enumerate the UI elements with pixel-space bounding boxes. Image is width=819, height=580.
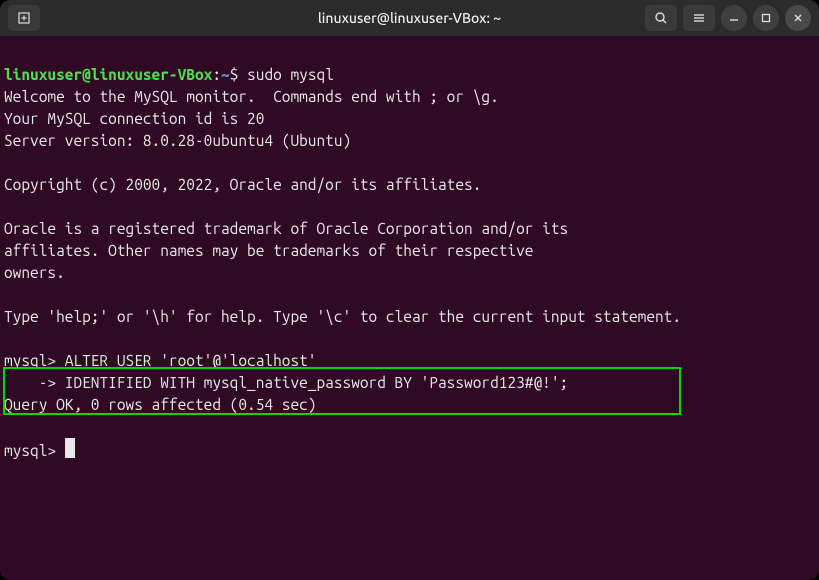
prompt-colon: : [212,66,221,83]
output-line: Oracle is a registered trademark of Orac… [4,220,568,237]
close-button[interactable] [785,5,811,31]
minimize-button[interactable] [721,5,747,31]
minimize-icon [729,13,739,23]
search-icon [654,11,668,25]
new-tab-icon [17,11,31,25]
output-line: owners. [4,264,65,281]
mysql-prompt: mysql> [4,442,65,459]
prompt-path: ~ [221,66,230,83]
window-title: linuxuser@linuxuser-VBox: ~ [318,10,501,26]
prompt-user: linuxuser@linuxuser-VBox [4,66,212,83]
terminal-content[interactable]: linuxuser@linuxuser-VBox:~$ sudo mysql W… [0,36,819,580]
query-result: Query OK, 0 rows affected (0.54 sec) [4,396,316,413]
sql-line-2: -> IDENTIFIED WITH mysql_native_password… [4,374,568,391]
command-text: sudo mysql [247,66,334,83]
search-button[interactable] [645,5,677,31]
terminal-window: linuxuser@linuxuser-VBox: ~ linuxuser@li… [0,0,819,580]
maximize-icon [761,13,771,23]
maximize-button[interactable] [753,5,779,31]
output-line: affiliates. Other names may be trademark… [4,242,533,259]
hamburger-icon [692,11,706,25]
prompt-dollar: $ [230,66,247,83]
output-line: Server version: 8.0.28-0ubuntu4 (Ubuntu) [4,132,351,149]
mysql-prompt-line: mysql> [4,442,75,459]
menu-button[interactable] [683,5,715,31]
sql-line-1: mysql> ALTER USER 'root'@'localhost' [4,352,316,369]
output-line: Welcome to the MySQL monitor. Commands e… [4,88,499,105]
new-tab-button[interactable] [8,5,40,31]
titlebar-right-controls [645,5,811,31]
shell-prompt-line: linuxuser@linuxuser-VBox:~$ sudo mysql [4,66,334,83]
close-icon [793,13,803,23]
cursor [65,438,75,458]
output-line: Copyright (c) 2000, 2022, Oracle and/or … [4,176,481,193]
output-line: Type 'help;' or '\h' for help. Type '\c'… [4,308,681,325]
titlebar-left-controls [8,5,40,31]
titlebar: linuxuser@linuxuser-VBox: ~ [0,0,819,36]
output-line: Your MySQL connection id is 20 [4,110,264,127]
